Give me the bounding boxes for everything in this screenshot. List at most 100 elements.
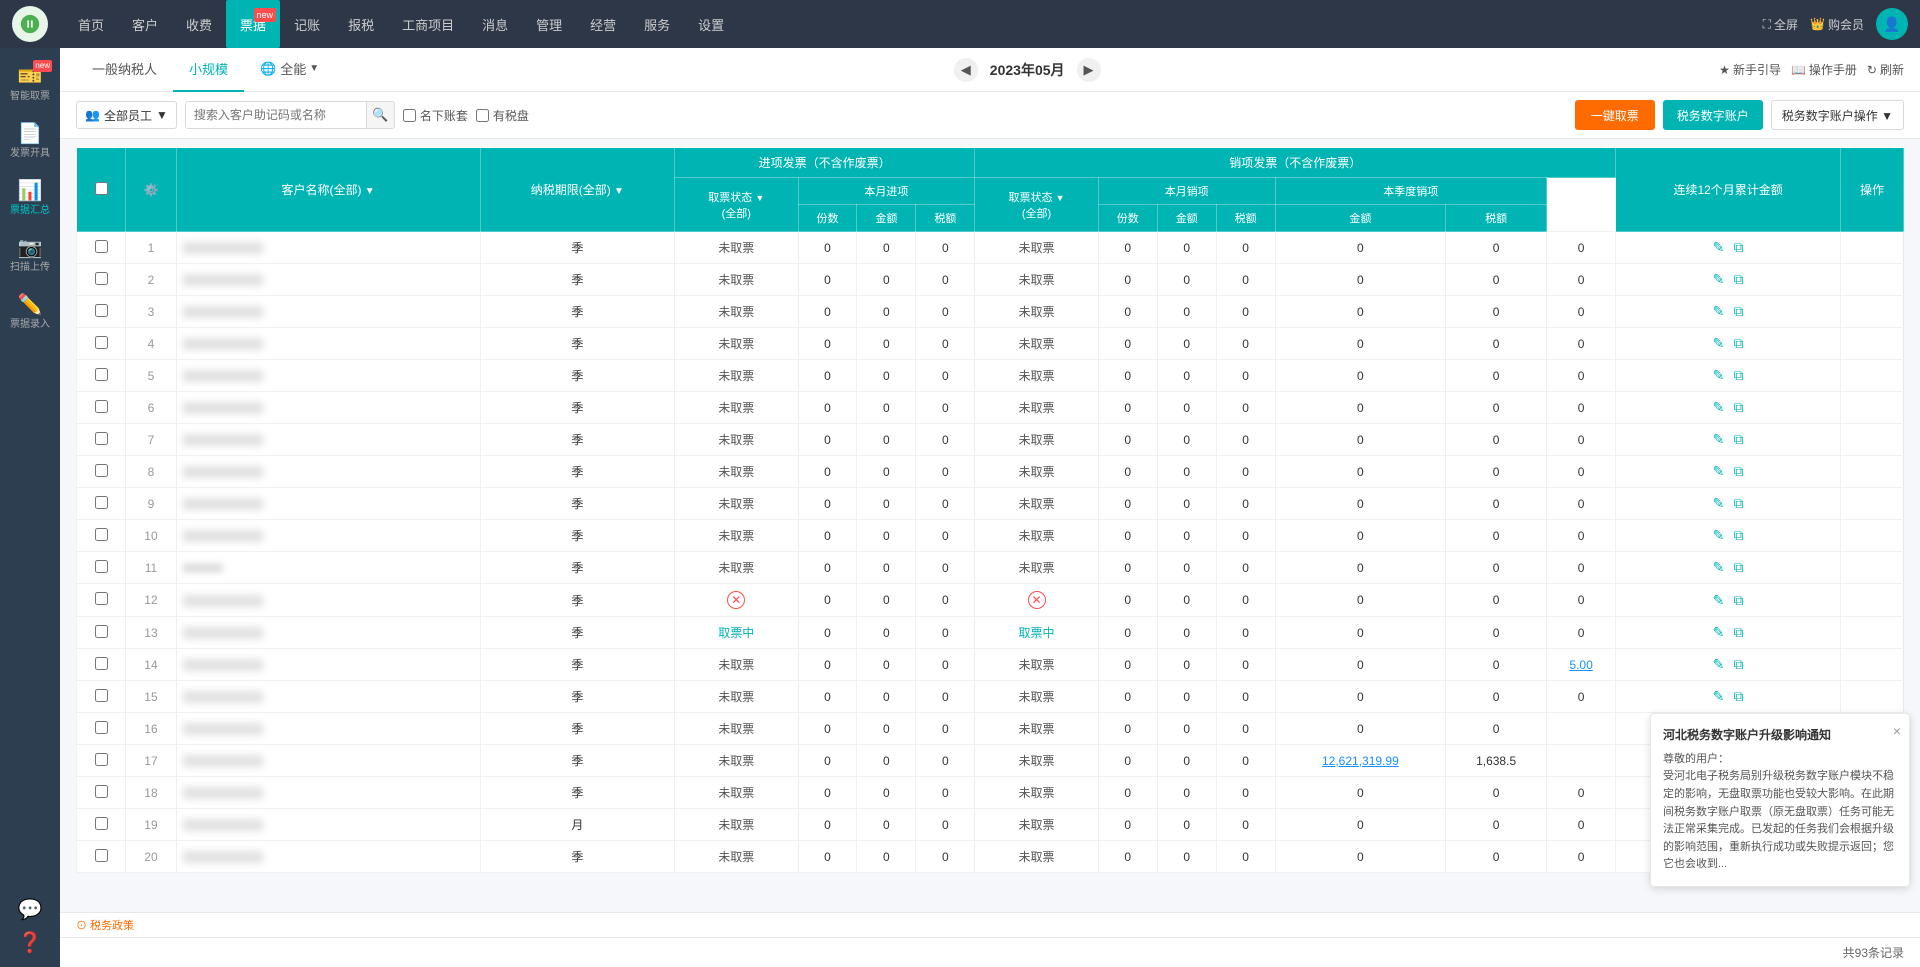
edit-btn[interactable]: ✎ [1710, 592, 1728, 608]
copy-btn[interactable]: ⧉ [1731, 431, 1747, 447]
employee-select[interactable]: 👥 全部员工 ▼ [76, 101, 177, 129]
edit-btn[interactable]: ✎ [1710, 239, 1728, 255]
digital-account-btn[interactable]: 税务数字账户 [1663, 100, 1763, 130]
nav-settings[interactable]: 设置 [684, 0, 738, 48]
row-checkbox-cell[interactable] [77, 552, 126, 584]
row-checkbox[interactable] [95, 272, 108, 285]
next-month-btn[interactable]: ▶ [1077, 58, 1101, 82]
sidebar-item-smart-ticket[interactable]: 🎫 智能取票 new [2, 56, 58, 111]
edit-btn[interactable]: ✎ [1710, 303, 1728, 319]
sidebar-item-invoice-open[interactable]: 📄 发票开具 [2, 113, 58, 168]
row-checkbox-cell[interactable] [77, 264, 126, 296]
nav-billing[interactable]: 收费 [172, 0, 226, 48]
sidebar-item-invoice-summary[interactable]: 📊 票据汇总 [2, 170, 58, 225]
row-checkbox-cell[interactable] [77, 296, 126, 328]
sidebar-item-scan-upload[interactable]: 📷 扫描上传 [2, 227, 58, 282]
row-checkbox[interactable] [95, 753, 108, 766]
row-checkbox[interactable] [95, 625, 108, 638]
row-checkbox[interactable] [95, 560, 108, 573]
row-checkbox-cell[interactable] [77, 424, 126, 456]
nav-accounting[interactable]: 记账 [280, 0, 334, 48]
copy-btn[interactable]: ⧉ [1731, 303, 1747, 319]
copy-btn[interactable]: ⧉ [1731, 399, 1747, 415]
user-avatar[interactable]: 👤 [1876, 8, 1908, 40]
cumulative-amount-link[interactable]: 5.00 [1569, 658, 1592, 672]
tab-general-taxpayer[interactable]: 一般纳税人 [76, 48, 173, 92]
row-checkbox[interactable] [95, 528, 108, 541]
nav-manage[interactable]: 管理 [522, 0, 576, 48]
nav-service[interactable]: 服务 [630, 0, 684, 48]
row-checkbox-cell[interactable] [77, 713, 126, 745]
copy-btn[interactable]: ⧉ [1731, 656, 1747, 672]
copy-btn[interactable]: ⧉ [1731, 463, 1747, 479]
row-checkbox[interactable] [95, 368, 108, 381]
copy-btn[interactable]: ⧉ [1731, 527, 1747, 543]
has-tax-disk-checkbox[interactable]: 有税盘 [476, 107, 529, 124]
row-checkbox-cell[interactable] [77, 520, 126, 552]
edit-btn[interactable]: ✎ [1710, 495, 1728, 511]
edit-btn[interactable]: ✎ [1710, 463, 1728, 479]
row-checkbox-cell[interactable] [77, 360, 126, 392]
row-checkbox[interactable] [95, 400, 108, 413]
row-checkbox-cell[interactable] [77, 392, 126, 424]
row-checkbox-cell[interactable] [77, 232, 126, 264]
copy-btn[interactable]: ⧉ [1731, 688, 1747, 704]
row-checkbox-cell[interactable] [77, 777, 126, 809]
row-checkbox-cell[interactable] [77, 617, 126, 649]
row-checkbox[interactable] [95, 432, 108, 445]
row-checkbox[interactable] [95, 657, 108, 670]
row-checkbox[interactable] [95, 785, 108, 798]
edit-btn[interactable]: ✎ [1710, 271, 1728, 287]
has-tax-disk-check[interactable] [476, 109, 489, 122]
refresh-btn[interactable]: ↻ 刷新 [1867, 61, 1904, 78]
row-checkbox[interactable] [95, 721, 108, 734]
help-icon[interactable]: ❓ [18, 930, 43, 955]
nav-message[interactable]: 消息 [468, 0, 522, 48]
edit-btn[interactable]: ✎ [1710, 624, 1728, 640]
vip-btn[interactable]: 👑 购会员 [1810, 16, 1864, 33]
qtr-amount-link[interactable]: 12,621,319.99 [1322, 754, 1399, 768]
row-checkbox-cell[interactable] [77, 649, 126, 681]
new-guide-btn[interactable]: ★ 新手引导 [1719, 61, 1781, 78]
nav-home[interactable]: 首页 [64, 0, 118, 48]
row-checkbox[interactable] [95, 592, 108, 605]
row-checkbox[interactable] [95, 240, 108, 253]
row-checkbox-cell[interactable] [77, 456, 126, 488]
copy-btn[interactable]: ⧉ [1731, 559, 1747, 575]
message-icon[interactable]: 💬 [18, 897, 43, 922]
tab-all[interactable]: 🌐 全能 ▼ [244, 48, 335, 92]
row-checkbox[interactable] [95, 496, 108, 509]
copy-btn[interactable]: ⧉ [1731, 239, 1747, 255]
copy-btn[interactable]: ⧉ [1731, 367, 1747, 383]
edit-btn[interactable]: ✎ [1710, 559, 1728, 575]
edit-btn[interactable]: ✎ [1710, 656, 1728, 672]
row-checkbox[interactable] [95, 849, 108, 862]
search-button[interactable]: 🔍 [366, 101, 394, 129]
edit-btn[interactable]: ✎ [1710, 431, 1728, 447]
search-input[interactable] [186, 102, 366, 128]
digital-account-op-btn[interactable]: 税务数字账户操作 ▼ [1771, 100, 1904, 130]
row-checkbox-cell[interactable] [77, 681, 126, 713]
row-checkbox-cell[interactable] [77, 328, 126, 360]
row-checkbox[interactable] [95, 304, 108, 317]
row-checkbox-cell[interactable] [77, 745, 126, 777]
copy-btn[interactable]: ⧉ [1731, 495, 1747, 511]
fullscreen-btn[interactable]: ⛶ 全屏 [1763, 16, 1798, 33]
select-all-checkbox[interactable] [95, 182, 108, 195]
prev-month-btn[interactable]: ◀ [954, 58, 978, 82]
edit-btn[interactable]: ✎ [1710, 527, 1728, 543]
row-checkbox-cell[interactable] [77, 488, 126, 520]
manual-btn[interactable]: 📖 操作手册 [1791, 61, 1857, 78]
edit-btn[interactable]: ✎ [1710, 399, 1728, 415]
sidebar-item-invoice-entry[interactable]: ✏️ 票据录入 [2, 284, 58, 339]
row-checkbox[interactable] [95, 817, 108, 830]
notification-close-btn[interactable]: × [1893, 720, 1901, 742]
edit-btn[interactable]: ✎ [1710, 367, 1728, 383]
edit-btn[interactable]: ✎ [1710, 335, 1728, 351]
nav-customer[interactable]: 客户 [118, 0, 172, 48]
nav-invoice[interactable]: 票据 new [226, 0, 280, 48]
copy-btn[interactable]: ⧉ [1731, 335, 1747, 351]
copy-btn[interactable]: ⧉ [1731, 624, 1747, 640]
under-account-check[interactable] [403, 109, 416, 122]
one-click-fetch-btn[interactable]: 一键取票 [1575, 100, 1655, 130]
